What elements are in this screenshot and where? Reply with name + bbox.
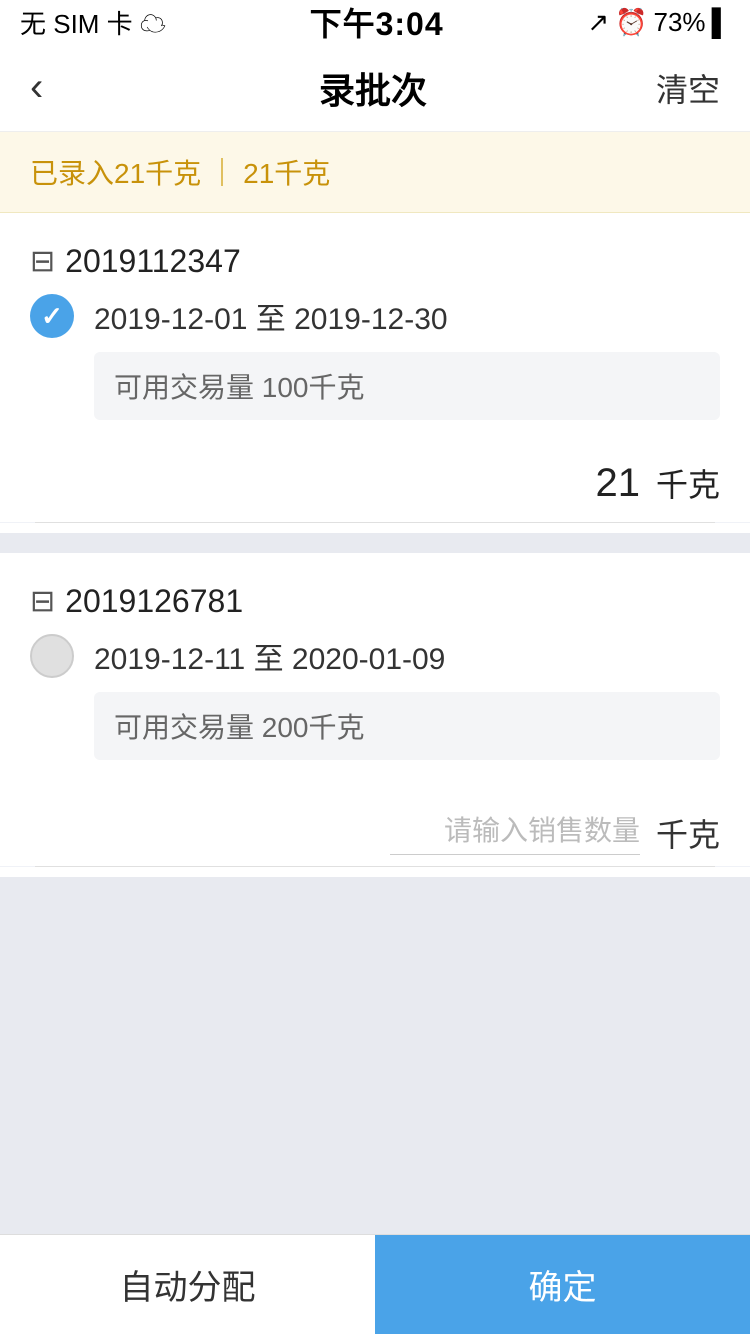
battery-icon: ▌ [712,7,730,38]
sim-label: 无 SIM 卡 ☁ [20,4,166,41]
battery-label: 73% [654,7,706,38]
auto-distribute-button[interactable]: 自动分配 [0,1235,375,1334]
nav-bar: ‹ 录批次 清空 [0,44,750,132]
batch-card-2: ⊟ 2019126781 2019-12-11 至 2020-01-09 可用交… [0,553,750,790]
card1-value-display: 21 千克 [0,450,750,522]
card2-radio[interactable] [30,634,74,678]
section-separator [0,533,750,553]
card2-spacer [0,867,750,877]
summary-bar: 已录入21千克 21千克 [0,132,750,213]
back-button[interactable]: ‹ [30,65,90,110]
card2-header: ⊟ 2019126781 [30,583,720,620]
clear-button[interactable]: 清空 [656,65,720,111]
summary-divider [221,158,223,186]
card1-unit: 千克 [656,460,720,506]
card1-value: 21 [595,461,640,506]
card2-input-row: 千克 [0,790,750,866]
card1-avail: 可用交易量 100千克 [94,352,720,420]
page-title: 录批次 [319,62,427,114]
card2-id: 2019126781 [65,583,243,620]
card2-qty-input[interactable] [390,811,640,855]
card1-date-row: ✓ 2019-12-01 至 2019-12-30 [30,294,720,338]
status-time: 下午3:04 [310,0,444,45]
location-icon: ↗ [587,7,609,38]
status-right: ↗ ⏰ 73% ▌ [587,7,730,38]
card2-avail: 可用交易量 200千克 [94,692,720,760]
card2-id-icon: ⊟ [30,584,55,619]
batch-card-1: ⊟ 2019112347 ✓ 2019-12-01 至 2019-12-30 可… [0,213,750,450]
card2-unit: 千克 [656,810,720,856]
total-amount: 21千克 [243,152,330,192]
bottom-bar: 自动分配 确定 [0,1234,750,1334]
status-left: 无 SIM 卡 ☁ [20,4,166,41]
card1-header: ⊟ 2019112347 [30,243,720,280]
card1-radio[interactable]: ✓ [30,294,74,338]
card1-id-icon: ⊟ [30,244,55,279]
confirm-button[interactable]: 确定 [375,1235,750,1334]
card2-date-range: 2019-12-11 至 2020-01-09 [94,634,445,678]
card2-date-row: 2019-12-11 至 2020-01-09 [30,634,720,678]
recorded-amount: 已录入21千克 [30,152,201,192]
status-bar: 无 SIM 卡 ☁ 下午3:04 ↗ ⏰ 73% ▌ [0,0,750,44]
alarm-icon: ⏰ [615,7,647,38]
card1-id: 2019112347 [65,243,241,280]
card1-date-range: 2019-12-01 至 2019-12-30 [94,294,448,338]
card1-spacer [0,523,750,533]
checkmark-icon: ✓ [41,301,63,332]
